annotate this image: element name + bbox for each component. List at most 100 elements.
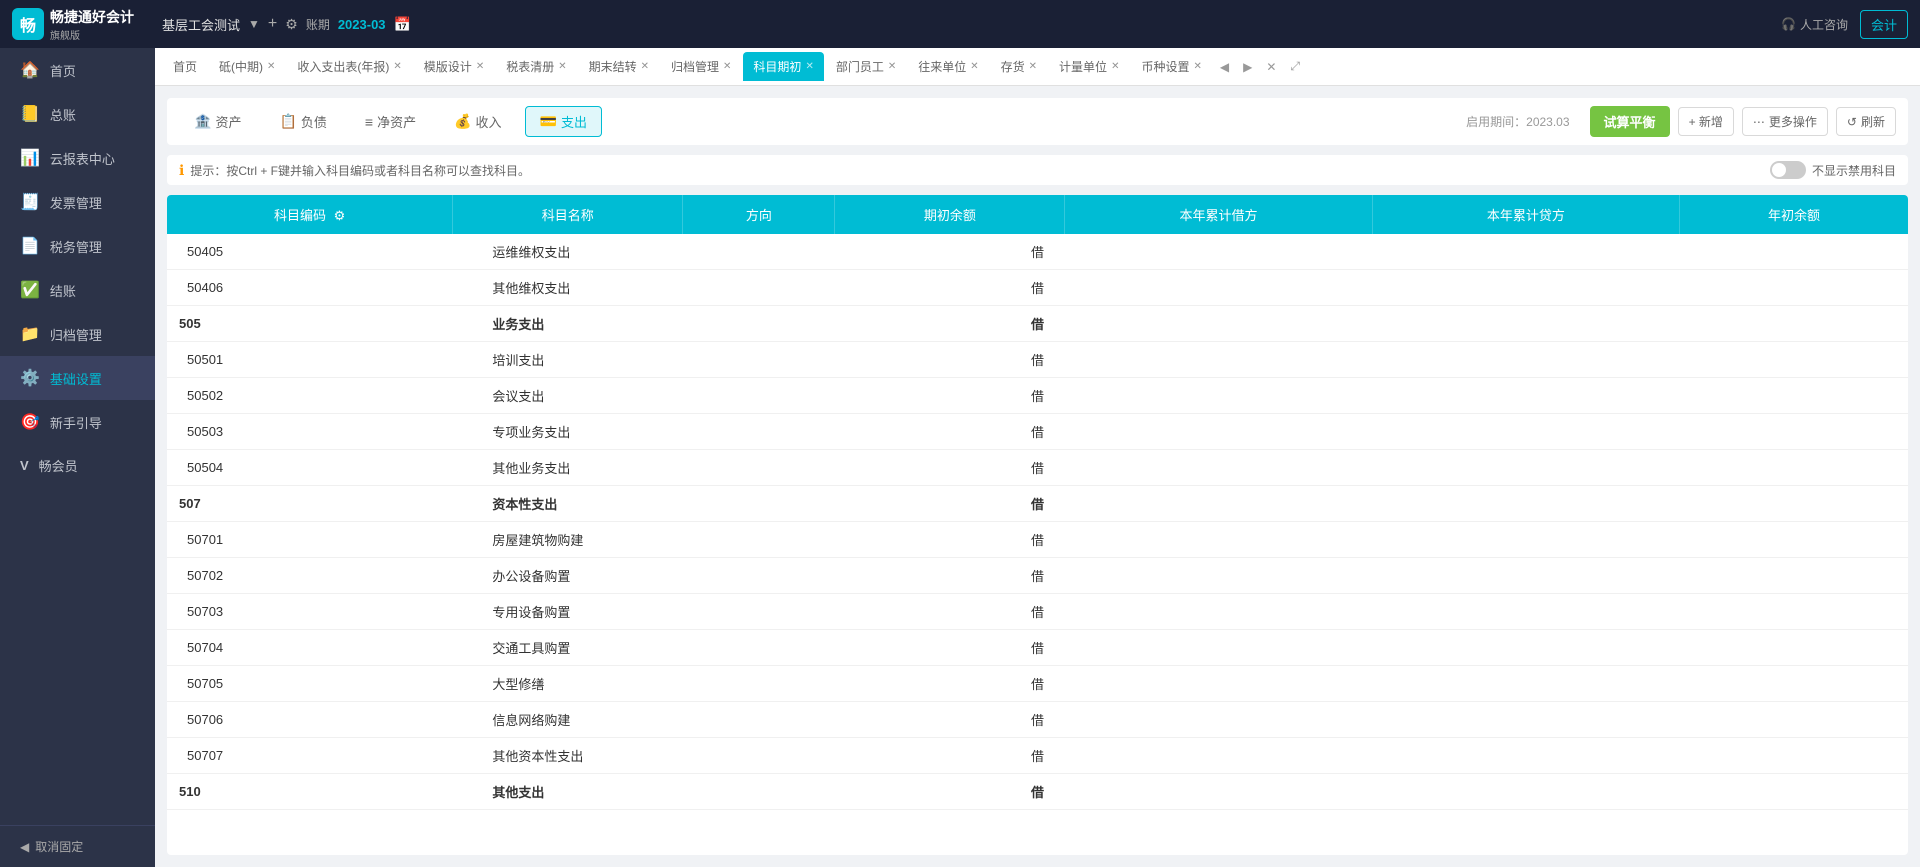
tab-close-counterpart[interactable]: ✕ [970, 61, 978, 72]
tab-close-all[interactable]: ✕ [1260, 56, 1282, 78]
sidebar-item-reports[interactable]: 📊 云报表中心 [0, 136, 155, 180]
tab-midterm[interactable]: 砥(中期) ✕ [209, 52, 285, 81]
tab-maximize[interactable]: ⤢ [1284, 55, 1306, 78]
workspace-arrow-icon[interactable]: ▼ [248, 17, 260, 31]
table-row[interactable]: 50705 大型修缮 借 [167, 666, 1908, 702]
headset-icon: 🎧 [1781, 17, 1796, 31]
tab-subject-init[interactable]: 科目期初 ✕ [743, 52, 823, 81]
sidebar-item-home[interactable]: 🏠 首页 [0, 48, 155, 92]
cell-opening [1107, 666, 1316, 702]
add-button[interactable]: + 新增 [1678, 107, 1734, 136]
tab-template[interactable]: 模版设计 ✕ [414, 52, 494, 81]
sidebar-item-ledger[interactable]: 📒 总账 [0, 92, 155, 136]
cell-direction: 借 [968, 738, 1107, 774]
cell-opening [1107, 306, 1316, 342]
tab-close-dept-staff[interactable]: ✕ [888, 61, 896, 72]
subject-data-table: 50405 运维维权支出 借 50406 其他维权支出 借 505 业务支出 借… [167, 234, 1908, 810]
cell-direction: 借 [968, 378, 1107, 414]
table-row[interactable]: 510 其他支出 借 [167, 774, 1908, 810]
tab-close-inventory[interactable]: ✕ [1029, 61, 1037, 72]
tab-close-unit[interactable]: ✕ [1111, 61, 1119, 72]
cat-tab-liability[interactable]: 📋 负债 [264, 106, 341, 137]
table-row[interactable]: 50502 会议支出 借 [167, 378, 1908, 414]
table-row[interactable]: 50503 专项业务支出 借 [167, 414, 1908, 450]
refresh-label: 刷新 [1861, 113, 1885, 130]
tab-close-tax[interactable]: ✕ [558, 61, 566, 72]
sidebar-label-tax: 税务管理 [50, 237, 102, 256]
table-row[interactable]: 50707 其他资本性支出 借 [167, 738, 1908, 774]
sidebar-item-close[interactable]: ✅ 结账 [0, 268, 155, 312]
workspace-name[interactable]: 基层工会测试 [162, 15, 240, 34]
balance-button[interactable]: 试算平衡 [1590, 106, 1670, 137]
tab-nav-right[interactable]: ▶ [1237, 56, 1258, 78]
sidebar-collapse-button[interactable]: ◀ 取消固定 [0, 825, 155, 867]
tab-home[interactable]: 首页 [163, 52, 207, 81]
refresh-button[interactable]: ↺ 刷新 [1836, 107, 1896, 136]
cell-opening [1107, 450, 1316, 486]
cell-year-opening [1734, 414, 1908, 450]
disable-toggle[interactable] [1770, 161, 1806, 179]
tab-close-subject-init[interactable]: ✕ [805, 61, 813, 72]
tab-annual[interactable]: 收入支出表(年报) ✕ [287, 52, 411, 81]
tab-tax[interactable]: 税表清册 ✕ [496, 52, 576, 81]
tab-close-period-close[interactable]: ✕ [641, 61, 649, 72]
close-books-icon: ✅ [20, 280, 40, 300]
cell-year-opening [1734, 702, 1908, 738]
sidebar-item-settings[interactable]: ⚙️ 基础设置 [0, 356, 155, 400]
cell-ytd-debit [1316, 594, 1525, 630]
tab-currency[interactable]: 币种设置 ✕ [1131, 52, 1211, 81]
tab-close-currency[interactable]: ✕ [1193, 61, 1201, 72]
table-row[interactable]: 50405 运维维权支出 借 [167, 234, 1908, 270]
sidebar-item-member[interactable]: V 畅会员 [0, 444, 155, 487]
cell-opening [1107, 738, 1316, 774]
cell-ytd-credit [1525, 378, 1734, 414]
column-settings-icon[interactable]: ⚙ [334, 208, 346, 224]
sidebar-item-archive[interactable]: 📁 归档管理 [0, 312, 155, 356]
table-row[interactable]: 50702 办公设备购置 借 [167, 558, 1908, 594]
tab-close-template[interactable]: ✕ [476, 61, 484, 72]
tab-dept-staff[interactable]: 部门员工 ✕ [826, 52, 906, 81]
table-row[interactable]: 50701 房屋建筑物购建 借 [167, 522, 1908, 558]
account-button[interactable]: 会计 [1860, 10, 1908, 39]
table-scroll-area[interactable]: 50405 运维维权支出 借 50406 其他维权支出 借 505 业务支出 借… [167, 234, 1908, 855]
sidebar-item-tax[interactable]: 📄 税务管理 [0, 224, 155, 268]
cell-ytd-credit [1525, 522, 1734, 558]
cell-ytd-credit [1525, 738, 1734, 774]
table-row[interactable]: 50406 其他维权支出 借 [167, 270, 1908, 306]
more-actions-button[interactable]: ⋯ 更多操作 [1742, 107, 1828, 136]
tab-close-midterm[interactable]: ✕ [267, 61, 275, 72]
tab-counterpart[interactable]: 往来单位 ✕ [908, 52, 988, 81]
cat-tab-asset[interactable]: 🏦 资产 [179, 106, 256, 137]
cell-ytd-credit [1525, 486, 1734, 522]
calendar-icon[interactable]: 📅 [394, 16, 411, 33]
cell-year-opening [1734, 234, 1908, 270]
cell-direction: 借 [968, 270, 1107, 306]
table-row[interactable]: 505 业务支出 借 [167, 306, 1908, 342]
tab-close-annual[interactable]: ✕ [393, 61, 401, 72]
table-row[interactable]: 50504 其他业务支出 借 [167, 450, 1908, 486]
table-row[interactable]: 50501 培训支出 借 [167, 342, 1908, 378]
customer-service-button[interactable]: 🎧 人工咨询 [1781, 16, 1848, 33]
settings-icon[interactable]: ⚙ [285, 16, 298, 33]
add-workspace-button[interactable]: + [268, 15, 277, 33]
sidebar-item-invoice[interactable]: 🧾 发票管理 [0, 180, 155, 224]
cell-ytd-debit [1316, 414, 1525, 450]
table-row[interactable]: 50706 信息网络购建 借 [167, 702, 1908, 738]
tab-nav-left[interactable]: ◀ [1214, 56, 1235, 78]
cat-tab-equity[interactable]: ≡ 净资产 [350, 106, 431, 137]
cell-ytd-debit [1316, 666, 1525, 702]
table-row[interactable]: 507 资本性支出 借 [167, 486, 1908, 522]
tab-close-filing[interactable]: ✕ [723, 61, 731, 72]
cat-tab-income[interactable]: 💰 收入 [439, 106, 516, 137]
tab-period-close[interactable]: 期末结转 ✕ [579, 52, 659, 81]
tab-unit[interactable]: 计量单位 ✕ [1049, 52, 1129, 81]
sidebar-item-guide[interactable]: 🎯 新手引导 [0, 400, 155, 444]
cat-tab-expense[interactable]: 💳 支出 [525, 106, 602, 137]
table-row[interactable]: 50703 专用设备购置 借 [167, 594, 1908, 630]
tab-inventory[interactable]: 存货 ✕ [991, 52, 1047, 81]
cell-opening [1107, 342, 1316, 378]
cell-ytd-debit [1316, 702, 1525, 738]
table-row[interactable]: 50704 交通工具购置 借 [167, 630, 1908, 666]
tab-filing[interactable]: 归档管理 ✕ [661, 52, 741, 81]
gear-icon: ⚙️ [20, 368, 40, 388]
